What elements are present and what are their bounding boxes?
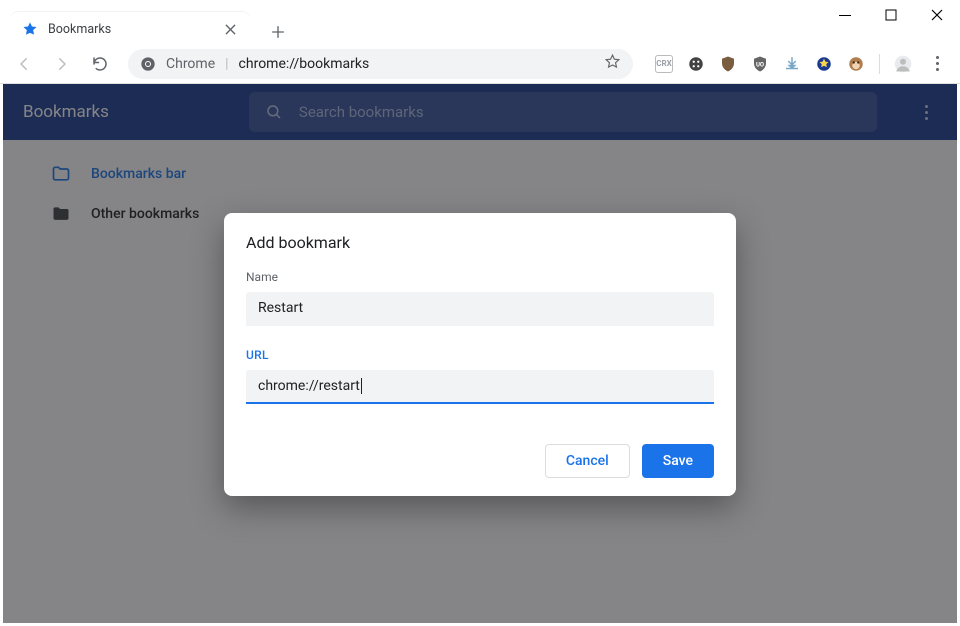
- window-close-button[interactable]: [914, 0, 960, 30]
- add-bookmark-dialog: Add bookmark Name URL chrome://restart C…: [224, 213, 736, 496]
- text-cursor: [361, 378, 362, 394]
- name-field-label: Name: [246, 270, 714, 284]
- profile-avatar-icon[interactable]: [894, 55, 912, 73]
- address-separator: |: [225, 56, 228, 72]
- back-button[interactable]: [8, 48, 40, 80]
- browser-menu-button[interactable]: [928, 56, 946, 71]
- extension-monkey-icon[interactable]: [847, 55, 865, 73]
- address-chip-label: Chrome: [166, 56, 215, 72]
- name-input[interactable]: [246, 292, 714, 326]
- dialog-title: Add bookmark: [246, 233, 714, 252]
- tab-title: Bookmarks: [48, 22, 212, 37]
- cancel-button[interactable]: Cancel: [545, 444, 630, 478]
- tab-bookmarks[interactable]: Bookmarks: [10, 12, 250, 46]
- extension-icons: CRX UO: [645, 54, 918, 74]
- extension-download-icon[interactable]: [783, 55, 801, 73]
- close-tab-icon[interactable]: [222, 21, 238, 37]
- url-input[interactable]: chrome://restart: [246, 370, 714, 404]
- save-button[interactable]: Save: [642, 444, 714, 478]
- extension-badge-icon[interactable]: [815, 55, 833, 73]
- new-tab-button[interactable]: [264, 18, 292, 46]
- extension-crx-icon[interactable]: CRX: [655, 55, 673, 73]
- reload-button[interactable]: [84, 48, 116, 80]
- chrome-icon: [140, 56, 156, 72]
- extension-dice-icon[interactable]: [687, 55, 705, 73]
- extension-ublock-icon[interactable]: UO: [751, 55, 769, 73]
- browser-toolbar: Chrome | chrome://bookmarks CRX UO: [0, 44, 960, 84]
- divider: [879, 54, 880, 74]
- window-maximize-button[interactable]: [868, 0, 914, 30]
- url-input-value: chrome://restart: [258, 378, 360, 394]
- forward-button[interactable]: [46, 48, 78, 80]
- bookmark-star-icon[interactable]: [604, 53, 621, 74]
- svg-text:UO: UO: [756, 61, 764, 68]
- extension-shield-icon[interactable]: [719, 55, 737, 73]
- url-field-label: URL: [246, 348, 714, 362]
- address-url: chrome://bookmarks: [239, 56, 370, 72]
- window-minimize-button[interactable]: [822, 0, 868, 30]
- tab-strip: Bookmarks: [10, 10, 810, 46]
- address-bar[interactable]: Chrome | chrome://bookmarks: [128, 49, 633, 79]
- star-icon: [22, 21, 38, 37]
